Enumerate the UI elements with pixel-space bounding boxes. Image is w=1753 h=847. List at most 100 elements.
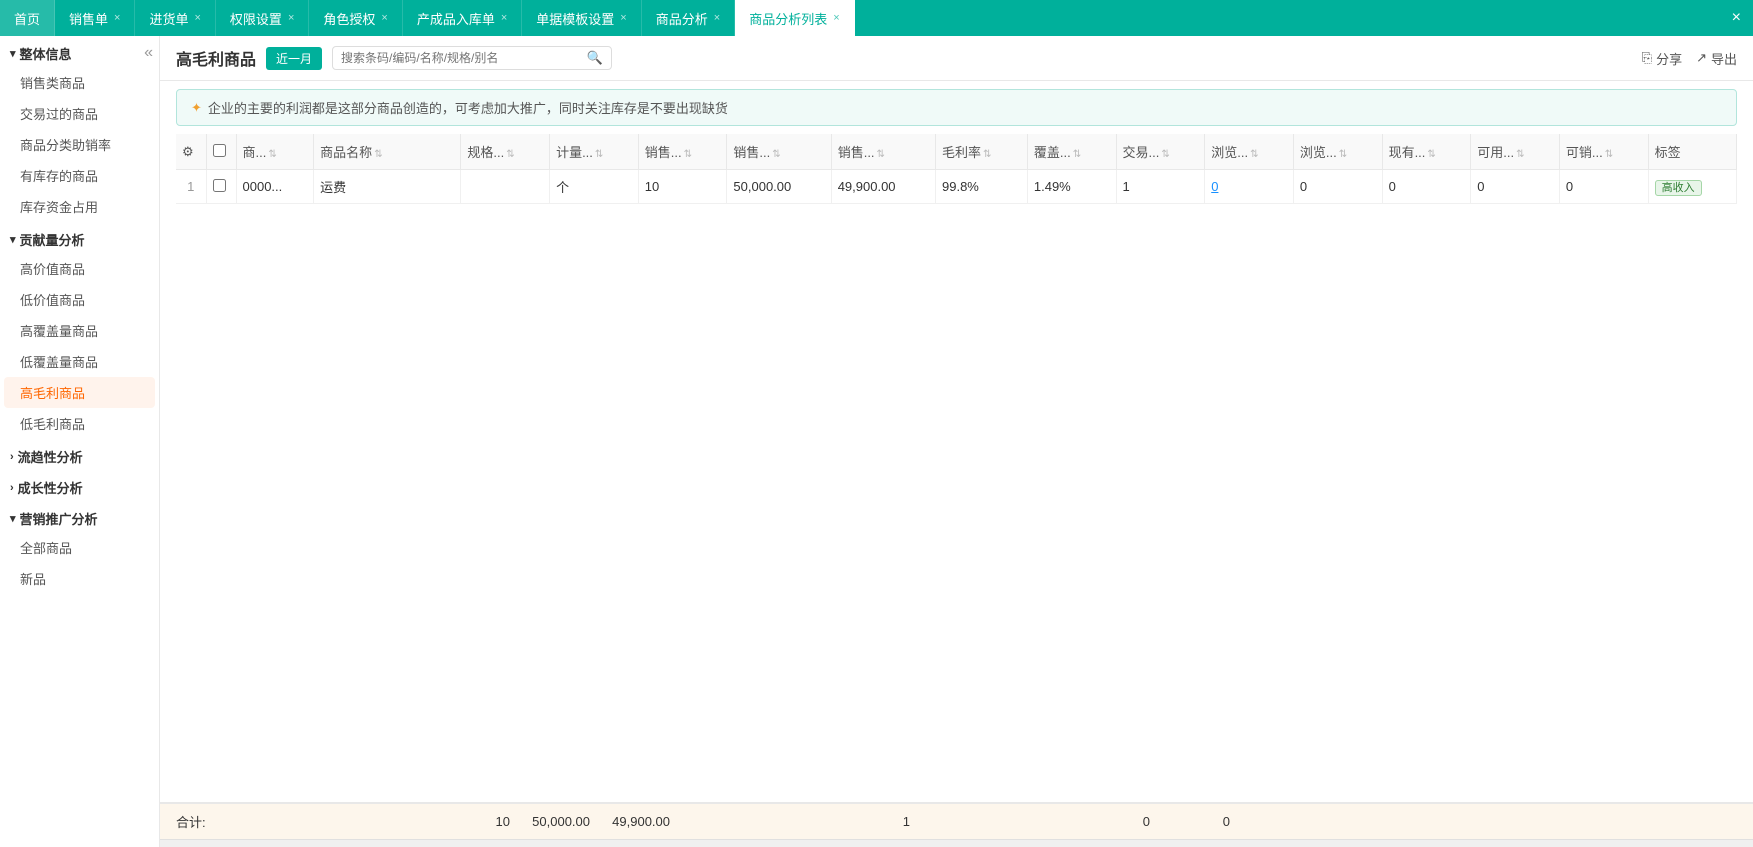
search-icon[interactable]: 🔍 [587,50,603,66]
arrow-growth-icon: › [10,482,14,494]
sidebar-group-marketing[interactable]: ▾ 营销推广分析 [0,501,159,532]
close-purchase-order-icon[interactable]: × [194,12,200,24]
sidebar-group-growth[interactable]: › 成长性分析 [0,470,159,501]
sidebar-item-stock-capital[interactable]: 库存资金占用 [0,191,159,222]
th-gross-rate[interactable]: 毛利率⇅ [936,134,1028,170]
th-available[interactable]: 可用...⇅ [1471,134,1560,170]
row-trade: 1 [1116,170,1205,204]
sidebar-group-trend[interactable]: › 流趋性分析 [0,439,159,470]
table-header-row: ⚙ 商...⇅ 商品名称⇅ 规格...⇅ 计量...⇅ 销售...⇅ 销售...… [176,134,1737,170]
share-button[interactable]: ⎘ 分享 [1642,49,1682,68]
content-area: 高毛利商品 近一月 🔍 ⎘ 分享 ↗ 导出 ✦ 企业的主要的利润都是这部分商品创… [160,36,1753,847]
nav-product-analysis[interactable]: 商品分析 × [642,0,735,36]
th-browse1[interactable]: 浏览...⇅ [1205,134,1294,170]
search-input[interactable] [341,51,587,65]
horizontal-scrollbar[interactable] [160,839,1753,847]
sidebar-item-low-value[interactable]: 低价值商品 [0,284,159,315]
table-row: 1 0000... 运费 个 10 50,000.00 49,900.00 99… [176,170,1737,204]
sort-browse1-icon: ⇅ [1250,149,1258,160]
th-gear[interactable]: ⚙ [176,134,206,170]
page-title: 高毛利商品 [176,46,256,70]
sidebar-item-sales-goods[interactable]: 销售类商品 [0,67,159,98]
nav-purchase-order[interactable]: 进货单 × [135,0,215,36]
time-filter-button[interactable]: 近一月 [266,47,322,70]
header-actions: ⎘ 分享 ↗ 导出 [1642,49,1737,68]
footer-col14: 0 [1156,814,1236,829]
th-code[interactable]: 商...⇅ [236,134,314,170]
th-sales3[interactable]: 销售...⇅ [831,134,935,170]
footer-label: 合计: [176,812,236,831]
close-product-analysis-list-icon[interactable]: × [833,12,839,24]
sidebar-item-new-goods[interactable]: 新品 [0,563,159,594]
th-tag: 标签 [1648,134,1736,170]
sidebar-item-high-coverage[interactable]: 高覆盖量商品 [0,315,159,346]
th-sales1[interactable]: 销售...⇅ [638,134,727,170]
row-unit: 个 [550,170,639,204]
nav-product-inbound[interactable]: 产成品入库单 × [403,0,522,36]
table-footer: 合计: 10 50,000.00 49,900.00 1 0 0 [160,802,1753,839]
nav-sales-order[interactable]: 销售单 × [55,0,135,36]
footer-col10: 1 [836,814,916,829]
sort-saleable-icon: ⇅ [1605,149,1613,160]
footer-col13: 0 [1076,814,1156,829]
sidebar-item-low-coverage[interactable]: 低覆盖量商品 [0,346,159,377]
th-browse2[interactable]: 浏览...⇅ [1293,134,1382,170]
nav-template-settings[interactable]: 单据模板设置 × [522,0,641,36]
share-icon: ⎘ [1642,50,1652,66]
footer-col6: 50,000.00 [516,814,596,829]
close-permission-icon[interactable]: × [288,12,294,24]
th-sales2[interactable]: 销售...⇅ [727,134,831,170]
close-product-analysis-icon[interactable]: × [714,12,720,24]
nav-role-auth[interactable]: 角色授权 × [309,0,402,36]
row-checkbox[interactable] [213,179,226,192]
info-banner: ✦ 企业的主要的利润都是这部分商品创造的，可考虑加大推广，同时关注库存是不要出现… [176,89,1737,126]
sort-name-icon: ⇅ [374,149,382,160]
close-product-inbound-icon[interactable]: × [501,12,507,24]
close-role-auth-icon[interactable]: × [381,12,387,24]
sidebar-item-high-value[interactable]: 高价值商品 [0,253,159,284]
sidebar-item-traded-goods[interactable]: 交易过的商品 [0,98,159,129]
footer-col7: 49,900.00 [596,814,676,829]
th-unit[interactable]: 计量...⇅ [550,134,639,170]
export-button[interactable]: ↗ 导出 [1696,49,1737,68]
export-icon: ↗ [1696,50,1707,66]
sort-trade-icon: ⇅ [1161,149,1169,160]
th-coverage[interactable]: 覆盖...⇅ [1027,134,1116,170]
select-all-checkbox[interactable] [213,144,226,157]
row-browse2: 0 [1293,170,1382,204]
settings-icon: ⚙ [182,144,194,159]
th-spec[interactable]: 规格...⇅ [461,134,550,170]
row-sales1: 10 [638,170,727,204]
main-layout: « ▾ 整体信息 销售类商品 交易过的商品 商品分类助销率 有库存的商品 库存资… [0,36,1753,847]
sidebar-item-category-assist[interactable]: 商品分类助销率 [0,129,159,160]
sort-unit-icon: ⇅ [595,149,603,160]
sidebar-item-all-goods[interactable]: 全部商品 [0,532,159,563]
nav-product-analysis-list[interactable]: 商品分析列表 × [735,0,854,36]
nav-home[interactable]: 首页 [0,0,55,36]
th-name[interactable]: 商品名称⇅ [314,134,461,170]
row-browse1: 0 [1205,170,1294,204]
nav-permission-settings[interactable]: 权限设置 × [216,0,309,36]
sidebar-collapse-button[interactable]: « [144,44,153,62]
sort-code-icon: ⇅ [268,149,276,160]
sidebar-item-low-margin[interactable]: 低毛利商品 [0,408,159,439]
close-sales-order-icon[interactable]: × [114,12,120,24]
th-saleable[interactable]: 可销...⇅ [1559,134,1648,170]
sort-sales3-icon: ⇅ [877,149,885,160]
sort-gross-icon: ⇅ [983,149,991,160]
th-trade[interactable]: 交易...⇅ [1116,134,1205,170]
sidebar-group-contribution[interactable]: ▾ 贡献量分析 [0,222,159,253]
arrow-trend-icon: › [10,451,14,463]
close-all-button[interactable]: × [1732,9,1753,27]
search-box: 🔍 [332,46,612,70]
sidebar-item-in-stock[interactable]: 有库存的商品 [0,160,159,191]
row-num: 1 [176,170,206,204]
sidebar-item-high-margin[interactable]: 高毛利商品 [4,377,155,408]
row-sales3: 49,900.00 [831,170,935,204]
sidebar-group-overall[interactable]: ▾ 整体信息 [0,36,159,67]
th-current[interactable]: 现有...⇅ [1382,134,1471,170]
top-navigation: 首页 销售单 × 进货单 × 权限设置 × 角色授权 × 产成品入库单 × 单据… [0,0,1753,36]
close-template-icon[interactable]: × [620,12,626,24]
row-saleable: 0 [1559,170,1648,204]
row-sales2: 50,000.00 [727,170,831,204]
